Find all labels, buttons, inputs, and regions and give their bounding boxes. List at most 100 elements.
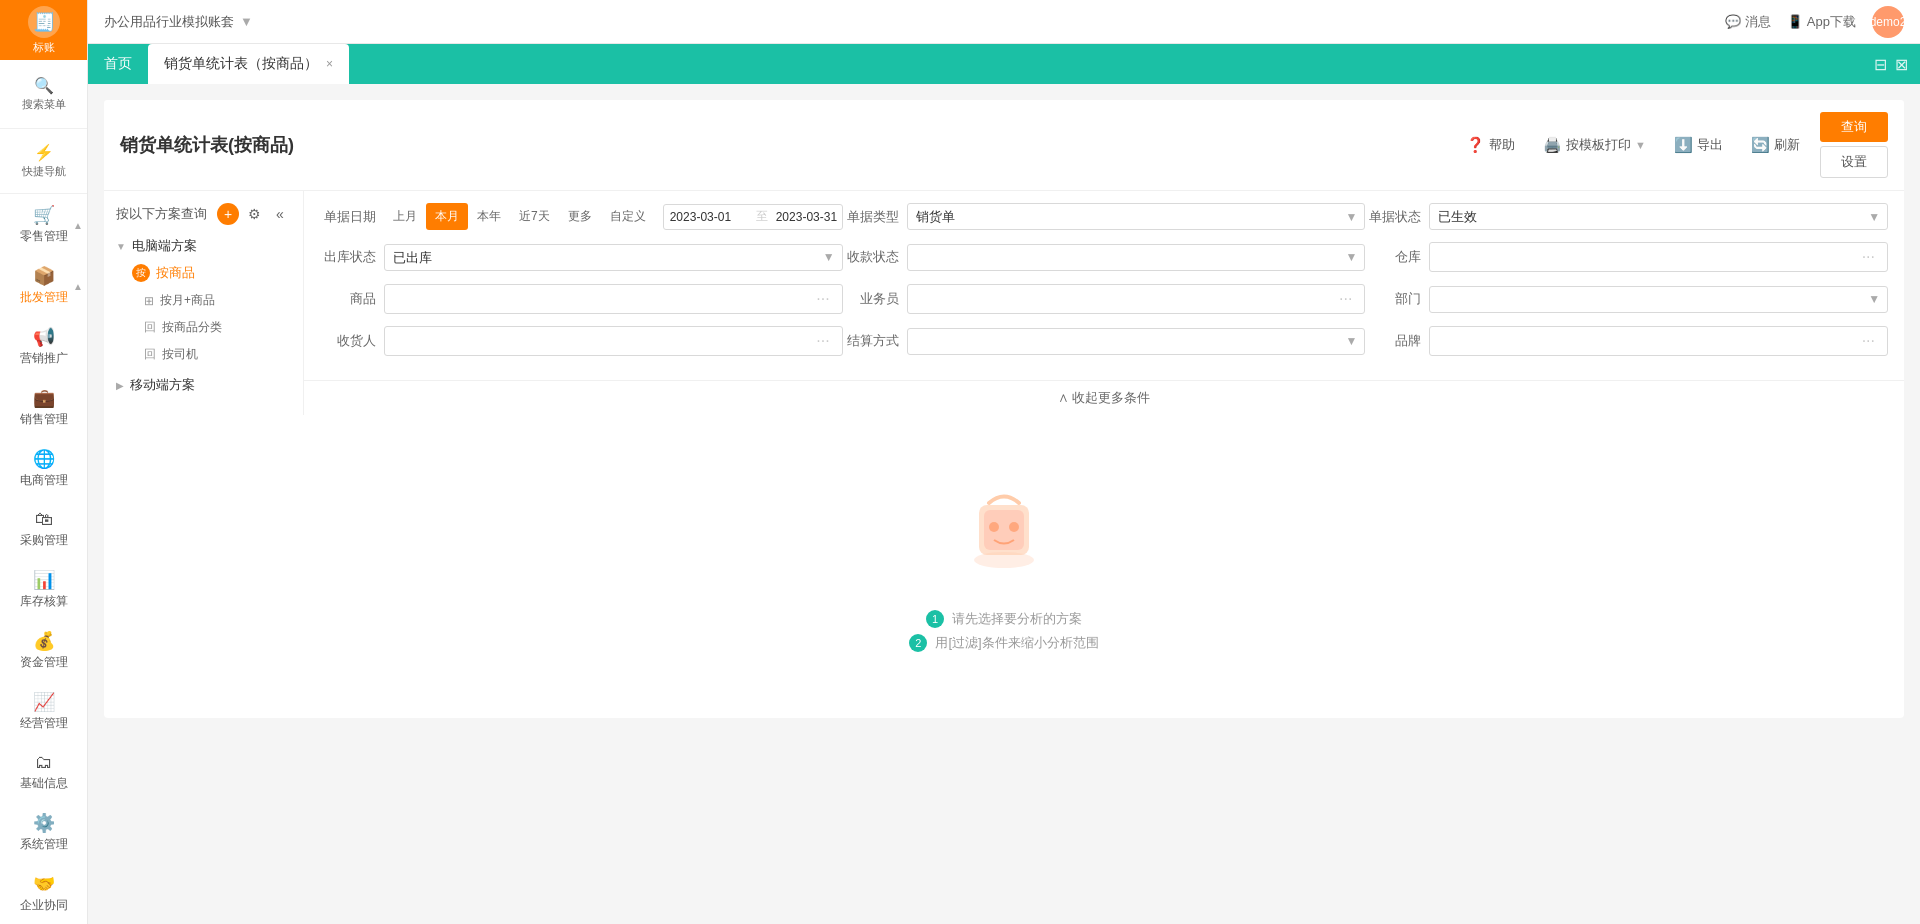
refresh-button[interactable]: 🔄 刷新 [1743, 132, 1808, 158]
empty-state: 1 请先选择要分析的方案 2 用[过滤]条件来缩小分析范围 [104, 415, 1904, 718]
filter-cell-stock-status: 出库状态 已出库 ▼ [320, 244, 843, 271]
tab-home[interactable]: 首页 [88, 44, 148, 84]
sidebar-search-section: 🔍 搜索菜单 [0, 60, 87, 129]
marketing-icon: 📢 [33, 326, 55, 348]
tab-home-label: 首页 [104, 55, 132, 73]
date-range-picker: 上月 本月 本年 近7天 更多 自定义 至 [384, 203, 843, 230]
by-goods-icon: 按 [132, 264, 150, 282]
doc-type-select[interactable]: 销货单 [907, 203, 1366, 230]
top-nav-actions: 💬 消息 📱 App下载 demo2 [1725, 6, 1904, 38]
inventory-label: 库存核算 [20, 593, 68, 610]
empty-tip-1: 1 请先选择要分析的方案 [926, 610, 1082, 628]
sidebar-menu-items: 🛒 零售管理 ▲ 📦 批发管理 ▲ 📢 营销推广 💼 销售管理 🌐 电商管理 🛍… [0, 194, 87, 924]
warehouse-ellipsis-icon[interactable]: ··· [1858, 248, 1879, 266]
tab-close-icon[interactable]: × [326, 57, 333, 71]
export-button[interactable]: ⬇️ 导出 [1666, 132, 1731, 158]
sidebar-item-system[interactable]: ⚙️ 系统管理 [0, 802, 87, 863]
message-button[interactable]: 💬 消息 [1725, 13, 1771, 31]
sidebar-item-marketing[interactable]: 📢 营销推广 [0, 316, 87, 377]
receiver-input[interactable] [393, 334, 812, 349]
sidebar-item-retail[interactable]: 🛒 零售管理 ▲ [0, 194, 87, 255]
solution-item-by-cashier[interactable]: 回 按司机 [104, 341, 303, 368]
app-download-label: App下载 [1807, 13, 1856, 31]
salesperson-ellipsis-icon[interactable]: ··· [1335, 290, 1356, 308]
date-tab-last-month[interactable]: 上月 [384, 203, 426, 230]
quick-nav-button[interactable]: ⚡ 快捷导航 [0, 137, 87, 185]
department-select[interactable] [1429, 286, 1888, 313]
goods-input[interactable] [393, 292, 812, 307]
solution-group-pc-header[interactable]: ▼ 电脑端方案 [104, 233, 303, 259]
help-button[interactable]: ❓ 帮助 [1458, 132, 1523, 158]
receiver-ellipsis-icon[interactable]: ··· [812, 332, 833, 350]
payment-status-select[interactable] [907, 244, 1366, 271]
tab-minimize-icon[interactable]: ⊟ [1874, 55, 1887, 74]
sidebar-item-sales[interactable]: 💼 销售管理 [0, 377, 87, 438]
warehouse-input[interactable] [1438, 250, 1857, 265]
logo-icon: 🧾 [28, 6, 60, 38]
by-month-goods-label: 按月+商品 [160, 292, 215, 309]
purchase-icon: 🛍 [35, 509, 53, 530]
tab-maximize-icon[interactable]: ⊠ [1895, 55, 1908, 74]
date-to-input[interactable] [770, 205, 843, 229]
solution-settings-button[interactable]: ⚙ [243, 203, 265, 225]
settlement-select[interactable] [907, 328, 1366, 355]
sidebar-item-finance[interactable]: 💰 资金管理 [0, 620, 87, 681]
brand-input[interactable] [1438, 334, 1857, 349]
retail-arrow: ▲ [73, 219, 83, 230]
stock-status-select[interactable]: 已出库 [384, 244, 843, 271]
sidebar-item-ecommerce[interactable]: 🌐 电商管理 [0, 438, 87, 499]
sidebar-logo[interactable]: 🧾 标账 [0, 0, 88, 60]
collapse-bar[interactable]: ∧ 收起更多条件 [304, 380, 1904, 415]
sidebar-item-basic[interactable]: 🗂 基础信息 [0, 742, 87, 802]
breadcrumb-dropdown-icon[interactable]: ▼ [240, 14, 253, 29]
filter-cell-salesperson: 业务员 ··· [843, 284, 1366, 314]
doc-type-select-wrapper: 销货单 ▼ [907, 203, 1366, 230]
query-button[interactable]: 查询 [1820, 112, 1888, 142]
print-button[interactable]: 🖨️ 按模板打印 ▼ [1535, 132, 1654, 158]
date-tab-7days[interactable]: 近7天 [510, 203, 559, 230]
sidebar-item-wholesale[interactable]: 📦 批发管理 ▲ [0, 255, 87, 316]
mobile-group-label: 移动端方案 [130, 376, 195, 394]
date-from-input[interactable] [664, 205, 754, 229]
solution-collapse-button[interactable]: « [269, 203, 291, 225]
search-menu-button[interactable]: 🔍 搜索菜单 [22, 70, 66, 118]
refresh-label: 刷新 [1774, 136, 1800, 154]
solution-add-button[interactable]: + [217, 203, 239, 225]
tip-num-1: 1 [926, 610, 944, 628]
sidebar-item-enterprise[interactable]: 🤝 企业协同 [0, 863, 87, 924]
date-tab-more[interactable]: 更多 [559, 203, 601, 230]
solution-group-mobile-header[interactable]: ▶ 移动端方案 [104, 372, 303, 398]
quick-nav-section: ⚡ 快捷导航 [0, 129, 87, 194]
user-avatar[interactable]: demo2 [1872, 6, 1904, 38]
system-label: 系统管理 [20, 836, 68, 853]
finance-label: 资金管理 [20, 654, 68, 671]
brand-ellipsis-icon[interactable]: ··· [1858, 332, 1879, 350]
doc-status-select[interactable]: 已生效 [1429, 203, 1888, 230]
operation-icon: 📈 [33, 691, 55, 713]
date-tab-this-month[interactable]: 本月 [426, 203, 468, 230]
app-download-button[interactable]: 📱 App下载 [1787, 13, 1856, 31]
empty-tip-2: 2 用[过滤]条件来缩小分析范围 [909, 634, 1098, 652]
solution-item-by-category[interactable]: 回 按商品分类 [104, 314, 303, 341]
message-label: 消息 [1745, 13, 1771, 31]
sidebar-item-operation[interactable]: 📈 经营管理 [0, 681, 87, 742]
sidebar: 🧾 标账 🔍 搜索菜单 ⚡ 快捷导航 🛒 零售管理 ▲ 📦 批发管理 ▲ 📢 营… [0, 0, 88, 924]
wholesale-icon: 📦 [33, 265, 55, 287]
enterprise-label: 企业协同 [20, 897, 68, 914]
sidebar-item-purchase[interactable]: 🛍 采购管理 [0, 499, 87, 559]
date-tab-custom[interactable]: 自定义 [601, 203, 655, 230]
date-tabs: 上月 本月 本年 近7天 更多 自定义 [384, 203, 655, 230]
tab-active[interactable]: 销货单统计表（按商品） × [148, 44, 349, 84]
solution-item-by-goods[interactable]: 按 按商品 [104, 259, 303, 287]
goods-ellipsis-icon[interactable]: ··· [812, 290, 833, 308]
date-tab-this-year[interactable]: 本年 [468, 203, 510, 230]
filter-cell-department: 部门 ▼ [1365, 286, 1888, 313]
solution-item-by-month-goods[interactable]: ⊞ 按月+商品 [104, 287, 303, 314]
salesperson-input[interactable] [916, 292, 1335, 307]
settings-button[interactable]: 设置 [1820, 146, 1888, 178]
filter-form: 单据日期 上月 本月 本年 近7天 更多 自定义 [304, 191, 1904, 380]
sidebar-item-inventory[interactable]: 📊 库存核算 [0, 559, 87, 620]
filter-row-2: 出库状态 已出库 ▼ 收款状态 [320, 242, 1888, 272]
date-separator: 至 [754, 208, 770, 225]
filter-row-3: 商品 ··· 业务员 ··· [320, 284, 1888, 314]
